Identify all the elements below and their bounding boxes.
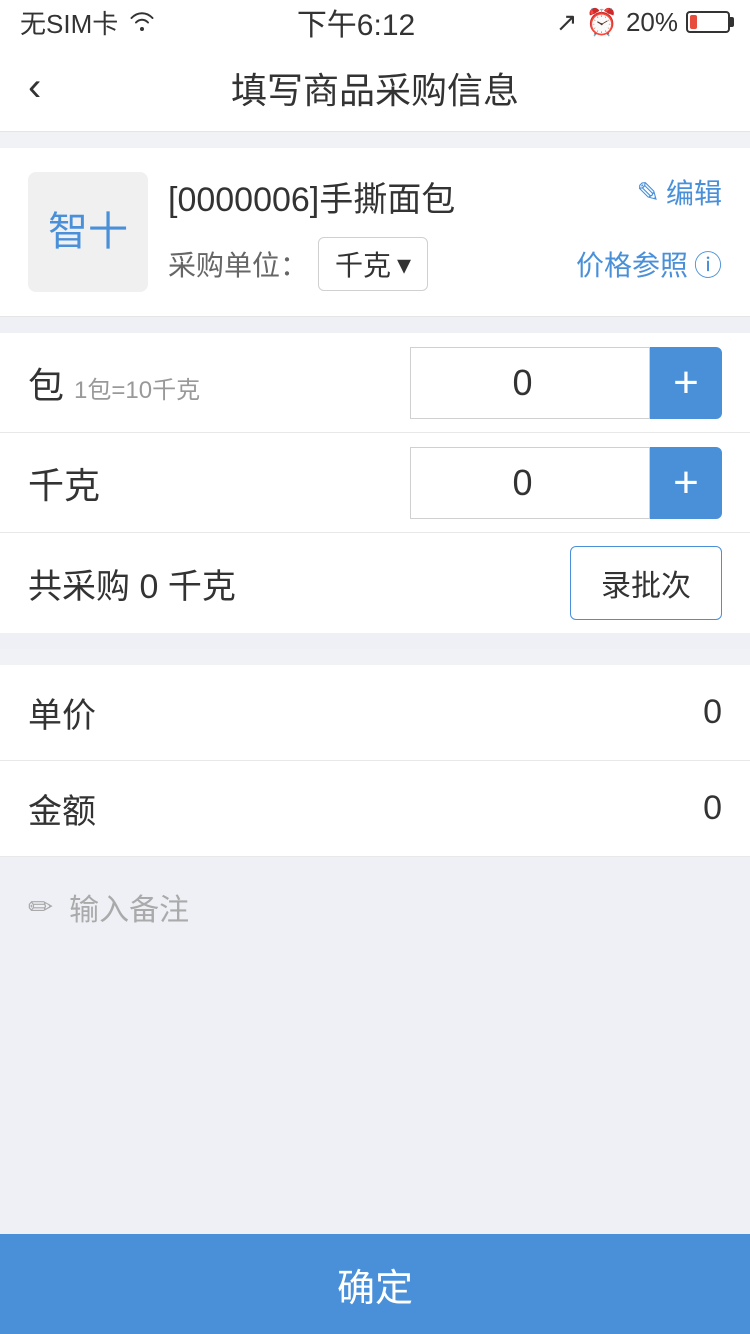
- wifi-icon: [128, 7, 156, 38]
- alarm-icon: ⏰: [586, 7, 618, 38]
- product-info: [0000006]手撕面包 ✎ 编辑 采购单位： 千克 ▾ 价格参照 ⓘ: [168, 172, 722, 291]
- unit-price-value: 0: [703, 693, 722, 732]
- unit-price-label: 单价: [28, 688, 96, 737]
- unit-price-row: 单价 0: [0, 665, 750, 761]
- bag-plus-button[interactable]: +: [650, 347, 722, 419]
- battery-percent: 20%: [626, 7, 678, 38]
- carrier-text: 无SIM卡: [20, 4, 118, 41]
- bag-input-row: 包 1包=10千克 +: [0, 333, 750, 433]
- input-section: 包 1包=10千克 + 千克 +: [0, 333, 750, 533]
- edit-button[interactable]: ✎ 编辑: [637, 172, 722, 212]
- page-title: 填写商品采购信息: [231, 62, 519, 114]
- status-time: 下午6:12: [297, 0, 415, 44]
- section-divider-2: [0, 633, 750, 649]
- price-ref-label: 价格参照: [576, 244, 688, 284]
- bag-label: 包 1包=10千克: [28, 357, 200, 409]
- back-button[interactable]: ‹: [28, 65, 41, 110]
- info-icon: ⓘ: [694, 244, 722, 284]
- amount-label: 金额: [28, 784, 96, 833]
- product-name: [0000006]手撕面包: [168, 172, 455, 221]
- product-image: 智十: [28, 172, 148, 292]
- kg-label-text: 千克: [28, 457, 100, 509]
- status-left: 无SIM卡: [20, 4, 156, 41]
- product-name-row: [0000006]手撕面包 ✎ 编辑: [168, 172, 722, 221]
- product-id: [0000006]: [168, 181, 319, 219]
- summary-prefix: 共采购: [28, 568, 130, 606]
- summary-unit: 千克: [168, 568, 236, 606]
- remark-section[interactable]: ✏ 输入备注: [0, 857, 750, 957]
- product-card: 智十 [0000006]手撕面包 ✎ 编辑 采购单位： 千克 ▾ 价格参照 ⓘ: [0, 148, 750, 317]
- location-icon: ↗: [556, 7, 578, 38]
- section-divider-1: [0, 317, 750, 333]
- unit-dropdown[interactable]: 千克 ▾: [318, 237, 428, 291]
- unit-value: 千克: [335, 244, 391, 284]
- summary-amount: 0: [139, 568, 158, 606]
- kg-input-control: +: [410, 447, 722, 519]
- bag-input[interactable]: [410, 347, 650, 419]
- summary-text: 共采购 0 千克: [28, 559, 236, 608]
- kg-input-row: 千克 +: [0, 433, 750, 533]
- nav-bar: ‹ 填写商品采购信息: [0, 44, 750, 132]
- status-right: ↗ ⏰ 20%: [556, 7, 730, 38]
- kg-label: 千克: [28, 457, 100, 509]
- bag-input-control: +: [410, 347, 722, 419]
- remark-placeholder: 输入备注: [69, 885, 189, 929]
- status-bar: 无SIM卡 下午6:12 ↗ ⏰ 20%: [0, 0, 750, 44]
- price-ref-button[interactable]: 价格参照 ⓘ: [576, 244, 722, 284]
- bag-sub-label: 1包=10千克: [74, 370, 200, 405]
- unit-label-text: 采购单位：: [168, 244, 308, 284]
- product-title: 手撕面包: [319, 181, 455, 219]
- kg-input[interactable]: [410, 447, 650, 519]
- bag-label-text: 包: [28, 357, 64, 409]
- unit-label: 采购单位： 千克 ▾: [168, 237, 428, 291]
- batch-button[interactable]: 录批次: [570, 546, 722, 620]
- edit-icon: ✎: [637, 176, 660, 209]
- edit-label: 编辑: [666, 172, 722, 212]
- kg-plus-button[interactable]: +: [650, 447, 722, 519]
- price-section: 单价 0 金额 0: [0, 665, 750, 857]
- amount-value: 0: [703, 789, 722, 828]
- unit-row: 采购单位： 千克 ▾ 价格参照 ⓘ: [168, 237, 722, 291]
- pencil-icon: ✏: [28, 890, 53, 925]
- summary-row: 共采购 0 千克 录批次: [0, 533, 750, 633]
- battery-icon: [686, 11, 730, 33]
- product-logo: 智十: [48, 212, 128, 252]
- dropdown-arrow-icon: ▾: [397, 248, 411, 281]
- confirm-button[interactable]: 确定: [0, 1234, 750, 1334]
- amount-row: 金额 0: [0, 761, 750, 857]
